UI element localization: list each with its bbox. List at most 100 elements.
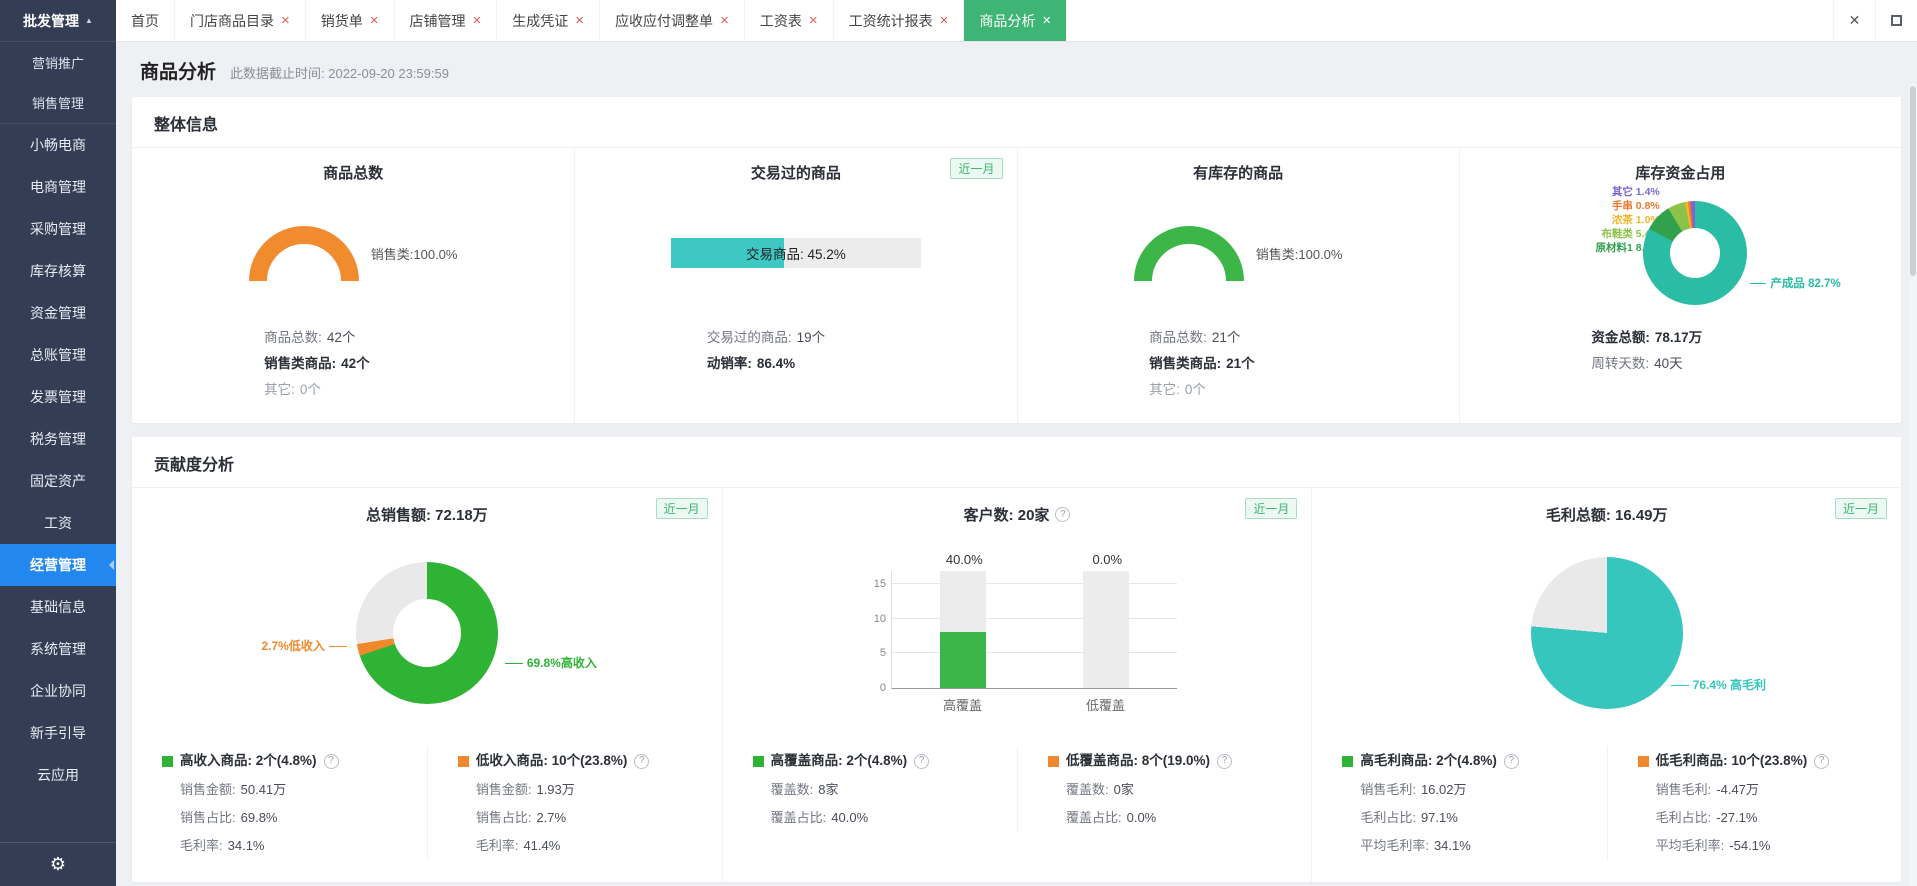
- close-icon[interactable]: ✕: [1833, 0, 1875, 41]
- info-icon[interactable]: ?: [1217, 753, 1233, 769]
- tab[interactable]: 应收应付调整单 ×: [600, 0, 745, 41]
- panel-title: 库存资金占用: [1635, 165, 1726, 182]
- stat-value: 97.1%: [1420, 810, 1458, 825]
- main-column: 首页 门店商品目录 × 销货单 × 店铺管理 × 生成凭证 × 应收应付调整单 …: [116, 0, 1917, 886]
- tab-close-icon[interactable]: ×: [720, 13, 729, 28]
- bar-track: [940, 570, 987, 688]
- info-icon[interactable]: ?: [1055, 507, 1071, 522]
- stat-value: 69.8%: [240, 810, 278, 825]
- tab-close-icon[interactable]: ×: [940, 13, 949, 28]
- panel-instock-products: 有库存的商品 销售类:100.0% 商品总数: 21个 销售类商品: 21个 其…: [1016, 148, 1459, 423]
- legend-label: 高毛利商品: 2个(4.8%): [1360, 753, 1497, 768]
- inventory-donut-chart: [1643, 201, 1748, 305]
- tab[interactable]: 工资表 ×: [745, 0, 834, 41]
- info-icon[interactable]: ?: [634, 753, 650, 769]
- stat-label: 动销率:: [706, 356, 752, 371]
- legend-swatch: [1637, 755, 1649, 767]
- module-switcher[interactable]: 批发管理 ▲: [0, 0, 116, 42]
- tab[interactable]: 工资统计报表 ×: [834, 0, 965, 41]
- legend-low-profit: 低毛利商品: 10个(23.8%) ? 销售毛利: -4.47万 毛利占比: -27…: [1606, 746, 1901, 860]
- tab-close-icon[interactable]: ×: [809, 13, 818, 28]
- stat-label: 销售金额:: [475, 782, 532, 797]
- stat-value: 78.17万: [1654, 330, 1703, 345]
- bar-fill: [940, 632, 987, 688]
- sidebar-item[interactable]: 企业协同: [0, 670, 116, 712]
- tab-home[interactable]: 首页: [116, 0, 175, 41]
- tab[interactable]: 门店商品目录 ×: [175, 0, 306, 41]
- tab-label: 销货单: [320, 12, 363, 29]
- y-axis-tick: 15: [873, 578, 886, 591]
- x-axis-label: 高覆盖: [942, 697, 982, 713]
- stat-value: 40.0%: [831, 810, 869, 825]
- sidebar-item[interactable]: 发票管理: [0, 376, 116, 418]
- stat-row: 毛利占比: 97.1%: [1360, 804, 1576, 832]
- sidebar-item-active[interactable]: 经营管理: [0, 544, 116, 586]
- sidebar-item[interactable]: 总账管理: [0, 334, 116, 376]
- info-icon[interactable]: ?: [1814, 753, 1830, 769]
- scrollbar-thumb[interactable]: [1910, 86, 1916, 276]
- module-title: 批发管理: [23, 12, 80, 29]
- stat-value: 0个: [299, 382, 321, 397]
- sidebar-item[interactable]: 云应用: [0, 754, 116, 796]
- info-icon[interactable]: ?: [323, 753, 339, 769]
- stat-label: 销售类商品:: [1149, 356, 1222, 371]
- legend-high-coverage: 高覆盖商品: 2个(4.8%) ? 覆盖数: 8家 覆盖占比: 40.0%: [723, 746, 1017, 832]
- info-icon[interactable]: ?: [914, 753, 930, 769]
- sidebar-item[interactable]: 新手引导: [0, 712, 116, 754]
- sidebar-item[interactable]: 固定资产: [0, 460, 116, 502]
- sidebar-item[interactable]: 小畅电商: [0, 124, 116, 166]
- tab-close-icon[interactable]: ×: [1042, 13, 1051, 28]
- legend-swatch: [752, 755, 764, 767]
- page-content: 商品分析 此数据截止时间: 2022-09-20 23:59:59 整体信息 商…: [116, 42, 1917, 886]
- sidebar-item[interactable]: 采购管理: [0, 208, 116, 250]
- tab[interactable]: 销货单 ×: [306, 0, 395, 41]
- panel-total-products: 商品总数 销售类:100.0% 商品总数: 42个 销售类商品: 42个 其它:…: [132, 148, 574, 423]
- sidebar-item[interactable]: 基础信息: [0, 586, 116, 628]
- sidebar-item[interactable]: 工资: [0, 502, 116, 544]
- sidebar-item[interactable]: 税务管理: [0, 418, 116, 460]
- vertical-scrollbar[interactable]: [1909, 84, 1917, 886]
- fullscreen-icon[interactable]: [1875, 0, 1917, 41]
- stat-value: 19个: [796, 330, 826, 345]
- sidebar-item[interactable]: 营销推广: [0, 44, 116, 84]
- data-cutoff-time: 此数据截止时间: 2022-09-20 23:59:59: [230, 66, 449, 81]
- stat-label: 周转天数:: [1591, 356, 1650, 371]
- stat-value: 21个: [1211, 330, 1241, 345]
- sidebar-item[interactable]: 资金管理: [0, 292, 116, 334]
- panel-title: 商品总数: [323, 165, 384, 182]
- stat-value: 2.7%: [536, 810, 567, 825]
- donut-callout-low: 2.7%低收入: [261, 637, 346, 654]
- gauge-chart: [1133, 225, 1244, 281]
- stat-value: 21个: [1226, 356, 1255, 371]
- settings-button[interactable]: ⚙: [0, 842, 116, 886]
- sidebar-item[interactable]: 电商管理: [0, 166, 116, 208]
- panel-customer-count: 近一月 客户数: 20家 ? 40.0% 0.0% 15 10 5 0 高覆盖 …: [721, 488, 1312, 882]
- tab-close-icon[interactable]: ×: [473, 13, 482, 28]
- stat-value: 0.0%: [1126, 810, 1157, 825]
- info-icon[interactable]: ?: [1503, 753, 1519, 769]
- panel-traded-products: 近一月 交易过的商品 交易商品: 45.2% 交易过的商品: 19个 动销率: 86…: [574, 148, 1016, 423]
- stat-row: 交易过的商品: 19个: [707, 325, 885, 351]
- sidebar-item[interactable]: 库存核算: [0, 250, 116, 292]
- tab-close-icon[interactable]: ×: [370, 13, 379, 28]
- tab-close-icon[interactable]: ×: [281, 13, 290, 28]
- sidebar-item[interactable]: 系统管理: [0, 628, 116, 670]
- panel-inventory-capital: 库存资金占用 其它 1.4% 手串 0.8% 浓茶 1.0% 布鞋类 5.4% …: [1458, 148, 1901, 423]
- legend-label: 低毛利商品: 10个(23.8%): [1655, 753, 1808, 768]
- y-axis-tick: 0: [879, 681, 886, 694]
- tab[interactable]: 店铺管理 ×: [395, 0, 498, 41]
- tab-label: 应收应付调整单: [615, 12, 714, 29]
- tab-active[interactable]: 商品分析 ×: [964, 0, 1068, 41]
- tab-close-icon[interactable]: ×: [575, 13, 584, 28]
- sidebar-menu: 营销推广 销售管理 小畅电商 电商管理 采购管理 库存核算 资金管理 总账管理 …: [0, 42, 116, 842]
- legend-low-income: 低收入商品: 10个(23.8%) ? 销售金额: 1.93万 销售占比: 2.7%…: [426, 746, 722, 860]
- stat-value: 34.1%: [227, 838, 265, 853]
- donut-callout: 布鞋类 5.4%: [1601, 228, 1660, 240]
- stat-row: 销售毛利: -4.47万: [1656, 776, 1871, 804]
- tab[interactable]: 生成凭证 ×: [497, 0, 601, 41]
- sidebar-item[interactable]: 销售管理: [0, 84, 116, 124]
- legend-swatch: [457, 755, 469, 767]
- stat-value: 42个: [326, 330, 356, 345]
- stat-label: 交易过的商品:: [706, 330, 792, 345]
- bar-value-label: 40.0%: [945, 551, 983, 567]
